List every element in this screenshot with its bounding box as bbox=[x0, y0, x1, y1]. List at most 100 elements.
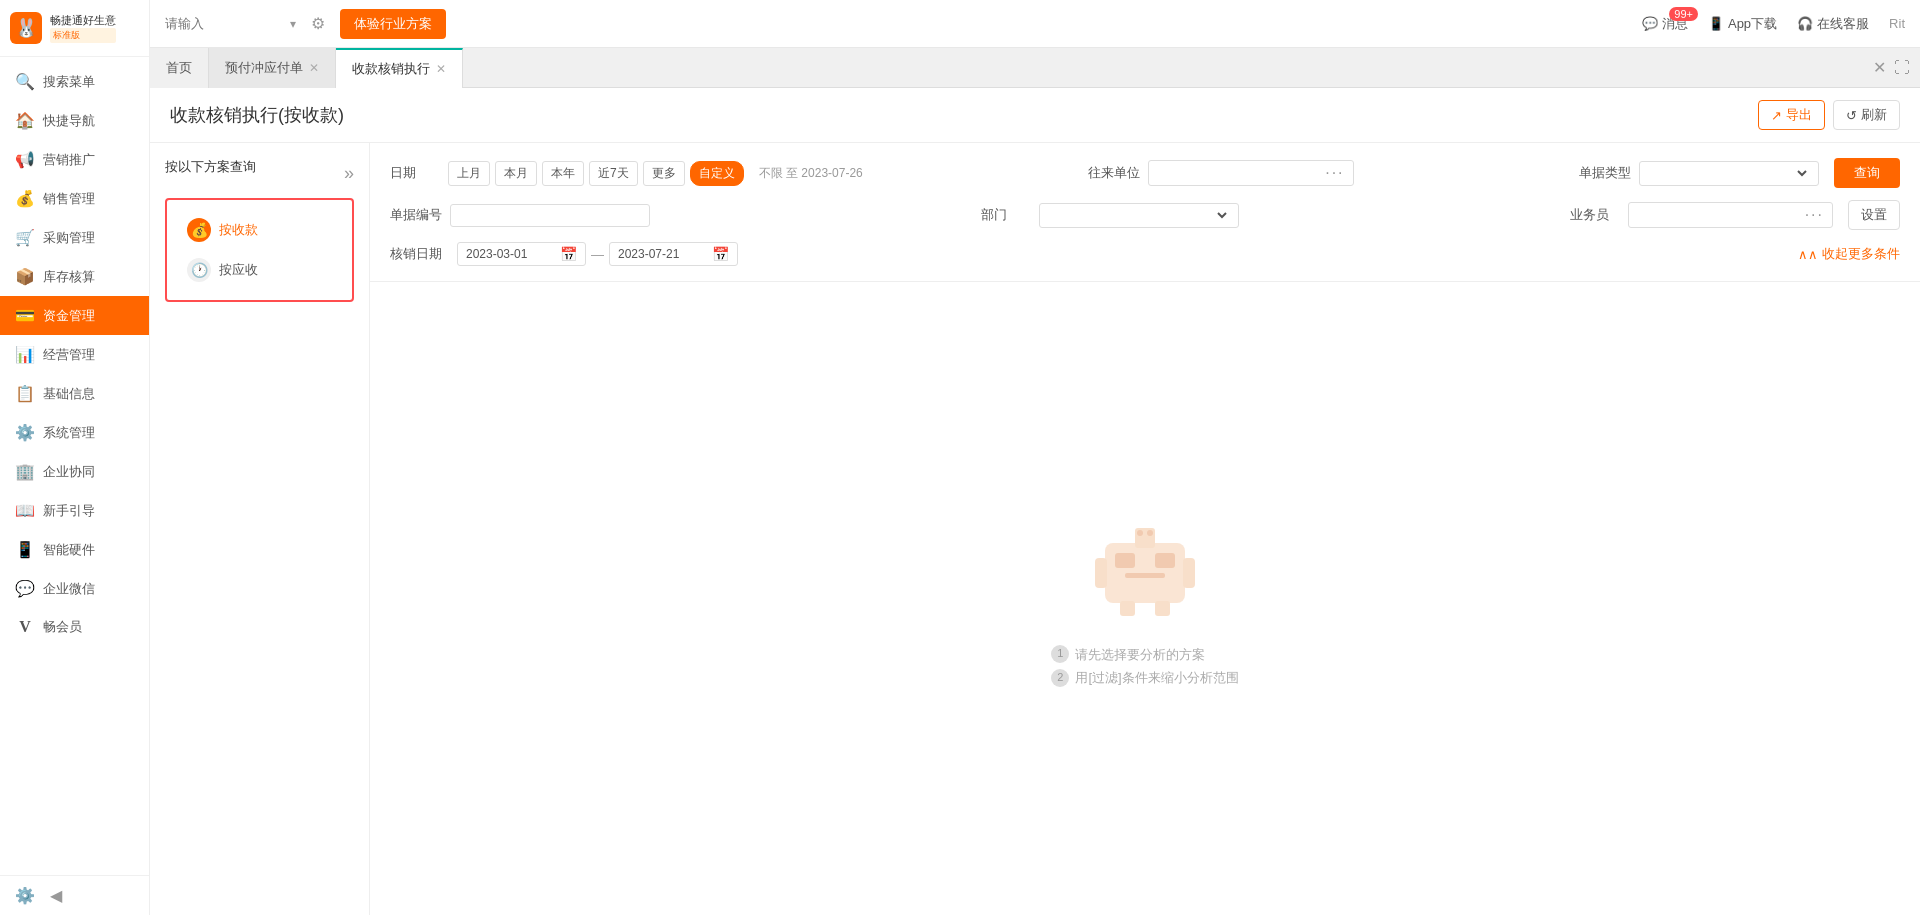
filter-title: 按以下方案查询 bbox=[165, 158, 256, 176]
sidebar-item-smart-hw[interactable]: 📱 智能硬件 bbox=[0, 530, 149, 569]
collapse-sidebar-icon[interactable]: ◀ bbox=[50, 886, 62, 905]
settings-icon[interactable]: ⚙️ bbox=[15, 886, 35, 905]
tab-receipt-label: 收款核销执行 bbox=[352, 60, 430, 78]
expand-icon[interactable]: ⛶ bbox=[1894, 59, 1910, 77]
gear-icon[interactable]: ⚙ bbox=[311, 14, 325, 33]
industry-btn[interactable]: 体验行业方案 bbox=[340, 9, 446, 39]
verify-date-range: 📅 — 📅 bbox=[457, 242, 738, 266]
sidebar-item-enterprise[interactable]: 🏢 企业协同 bbox=[0, 452, 149, 491]
sidebar-label-search: 搜索菜单 bbox=[43, 73, 95, 91]
sidebar-label-basic-info: 基础信息 bbox=[43, 385, 95, 403]
date-btn-more[interactable]: 更多 bbox=[643, 161, 685, 186]
date-btn-this-month[interactable]: 本月 bbox=[495, 161, 537, 186]
close-all-icon[interactable]: ✕ bbox=[1873, 58, 1886, 77]
date-btn-7days[interactable]: 近7天 bbox=[589, 161, 638, 186]
svg-point-5 bbox=[1137, 530, 1143, 536]
logo-icon: 🐰 bbox=[10, 12, 42, 44]
sidebar-item-vip[interactable]: V 畅会员 bbox=[0, 608, 149, 646]
inventory-icon: 📦 bbox=[15, 267, 35, 286]
app-label: App下载 bbox=[1728, 15, 1777, 33]
partner-more-icon[interactable]: ··· bbox=[1325, 164, 1344, 182]
doc-no-label: 单据编号 bbox=[390, 206, 442, 224]
sidebar-nav: 🔍 搜索菜单 🏠 快捷导航 📢 营销推广 💰 销售管理 🛒 采购管理 📦 库存核… bbox=[0, 57, 149, 875]
verify-end-input[interactable] bbox=[618, 247, 708, 261]
doc-no-input[interactable] bbox=[459, 208, 641, 223]
doc-type-field: 单据类型 bbox=[1579, 161, 1819, 186]
search-input[interactable] bbox=[165, 16, 285, 31]
refresh-button[interactable]: ↺ 刷新 bbox=[1833, 100, 1900, 130]
sidebar-footer: ⚙️ ◀ bbox=[0, 875, 149, 915]
sidebar-item-quick-nav[interactable]: 🏠 快捷导航 bbox=[0, 101, 149, 140]
sidebar-item-wechat[interactable]: 💬 企业微信 bbox=[0, 569, 149, 608]
verify-date-label: 核销日期 bbox=[390, 245, 442, 263]
sidebar-item-purchase[interactable]: 🛒 采购管理 bbox=[0, 218, 149, 257]
tab-receipt-cancel[interactable]: 收款核销执行 ✕ bbox=[336, 48, 463, 88]
empty-illustration bbox=[1085, 508, 1205, 628]
filter-item-by-receipt[interactable]: 💰 按收款 bbox=[177, 210, 342, 250]
sidebar-label-enterprise: 企业协同 bbox=[43, 463, 95, 481]
verify-start-input[interactable] bbox=[466, 247, 556, 261]
filter-item-receivable-label: 按应收 bbox=[219, 261, 258, 279]
smart-hw-icon: 📱 bbox=[15, 540, 35, 559]
sidebar-item-operations[interactable]: 📊 经营管理 bbox=[0, 335, 149, 374]
wechat-icon: 💬 bbox=[15, 579, 35, 598]
empty-tip-2: 2 用[过滤]条件来缩小分析范围 bbox=[1051, 666, 1238, 689]
sidebar-item-finance[interactable]: 💳 资金管理 bbox=[0, 296, 149, 335]
page-title: 收款核销执行(按收款) bbox=[170, 103, 344, 127]
app-icon: 📱 bbox=[1708, 16, 1724, 31]
partner-input[interactable] bbox=[1157, 166, 1325, 181]
sidebar-item-inventory[interactable]: 📦 库存核算 bbox=[0, 257, 149, 296]
system-icon: ⚙️ bbox=[15, 423, 35, 442]
search-row-2: 单据编号 部门 bbox=[390, 200, 1900, 230]
msg-btn[interactable]: 💬 消息 99+ bbox=[1642, 15, 1688, 33]
date-btn-last-month[interactable]: 上月 bbox=[448, 161, 490, 186]
dept-select[interactable] bbox=[1048, 207, 1230, 224]
tabbar: 首页 预付冲应付单 ✕ 收款核销执行 ✕ ✕ ⛶ bbox=[150, 48, 1920, 88]
marketing-icon: 📢 bbox=[15, 150, 35, 169]
tab-prepay-close-icon[interactable]: ✕ bbox=[309, 61, 319, 75]
filter-collapse-icon[interactable]: » bbox=[344, 163, 354, 184]
date-btn-this-year[interactable]: 本年 bbox=[542, 161, 584, 186]
tab-receipt-close-icon[interactable]: ✕ bbox=[436, 62, 446, 76]
receivable-icon: 🕐 bbox=[187, 258, 211, 282]
tabbar-actions: ✕ ⛶ bbox=[1873, 58, 1920, 77]
verify-end-cal-icon[interactable]: 📅 bbox=[712, 246, 729, 262]
msg-icon: 💬 bbox=[1642, 16, 1658, 31]
collapse-more-btn[interactable]: ∧∧ 收起更多条件 bbox=[1798, 245, 1900, 263]
sidebar-item-basic-info[interactable]: 📋 基础信息 bbox=[0, 374, 149, 413]
doc-no-field: 单据编号 bbox=[390, 204, 650, 227]
sidebar-label-vip: 畅会员 bbox=[43, 618, 82, 636]
sidebar-item-marketing[interactable]: 📢 营销推广 bbox=[0, 140, 149, 179]
service-btn[interactable]: 🎧 在线客服 bbox=[1797, 15, 1869, 33]
sidebar-label-wechat: 企业微信 bbox=[43, 580, 95, 598]
settings-button[interactable]: 设置 bbox=[1848, 200, 1900, 230]
app-download-btn[interactable]: 📱 App下载 bbox=[1708, 15, 1777, 33]
verify-end-wrap: 📅 bbox=[609, 242, 738, 266]
svg-rect-2 bbox=[1155, 553, 1175, 568]
staff-input[interactable] bbox=[1637, 208, 1805, 223]
staff-more-icon[interactable]: ··· bbox=[1805, 206, 1824, 224]
doc-type-select[interactable] bbox=[1648, 165, 1810, 182]
sidebar-label-quick-nav: 快捷导航 bbox=[43, 112, 95, 130]
tab-prepay-label: 预付冲应付单 bbox=[225, 59, 303, 77]
tab-prepay-order[interactable]: 预付冲应付单 ✕ bbox=[209, 48, 336, 88]
sidebar-item-guide[interactable]: 📖 新手引导 bbox=[0, 491, 149, 530]
msg-badge: 99+ bbox=[1669, 7, 1698, 21]
query-button[interactable]: 查询 bbox=[1834, 158, 1900, 188]
verify-start-cal-icon[interactable]: 📅 bbox=[560, 246, 577, 262]
doc-type-select-wrap bbox=[1639, 161, 1819, 186]
svg-rect-10 bbox=[1155, 601, 1170, 616]
sidebar-label-inventory: 库存核算 bbox=[43, 268, 95, 286]
empty-tip-1: 1 请先选择要分析的方案 bbox=[1051, 643, 1238, 666]
purchase-icon: 🛒 bbox=[15, 228, 35, 247]
sidebar-item-system[interactable]: ⚙️ 系统管理 bbox=[0, 413, 149, 452]
partner-field: 往来单位 ··· bbox=[1088, 160, 1353, 186]
date-btn-custom[interactable]: 自定义 bbox=[690, 161, 744, 186]
sidebar-item-sales[interactable]: 💰 销售管理 bbox=[0, 179, 149, 218]
export-button[interactable]: ↗ 导出 bbox=[1758, 100, 1825, 130]
filter-item-by-receivable[interactable]: 🕐 按应收 bbox=[177, 250, 342, 290]
svg-rect-9 bbox=[1120, 601, 1135, 616]
tab-home[interactable]: 首页 bbox=[150, 48, 209, 88]
sidebar-item-search[interactable]: 🔍 搜索菜单 bbox=[0, 62, 149, 101]
svg-rect-8 bbox=[1183, 558, 1195, 588]
